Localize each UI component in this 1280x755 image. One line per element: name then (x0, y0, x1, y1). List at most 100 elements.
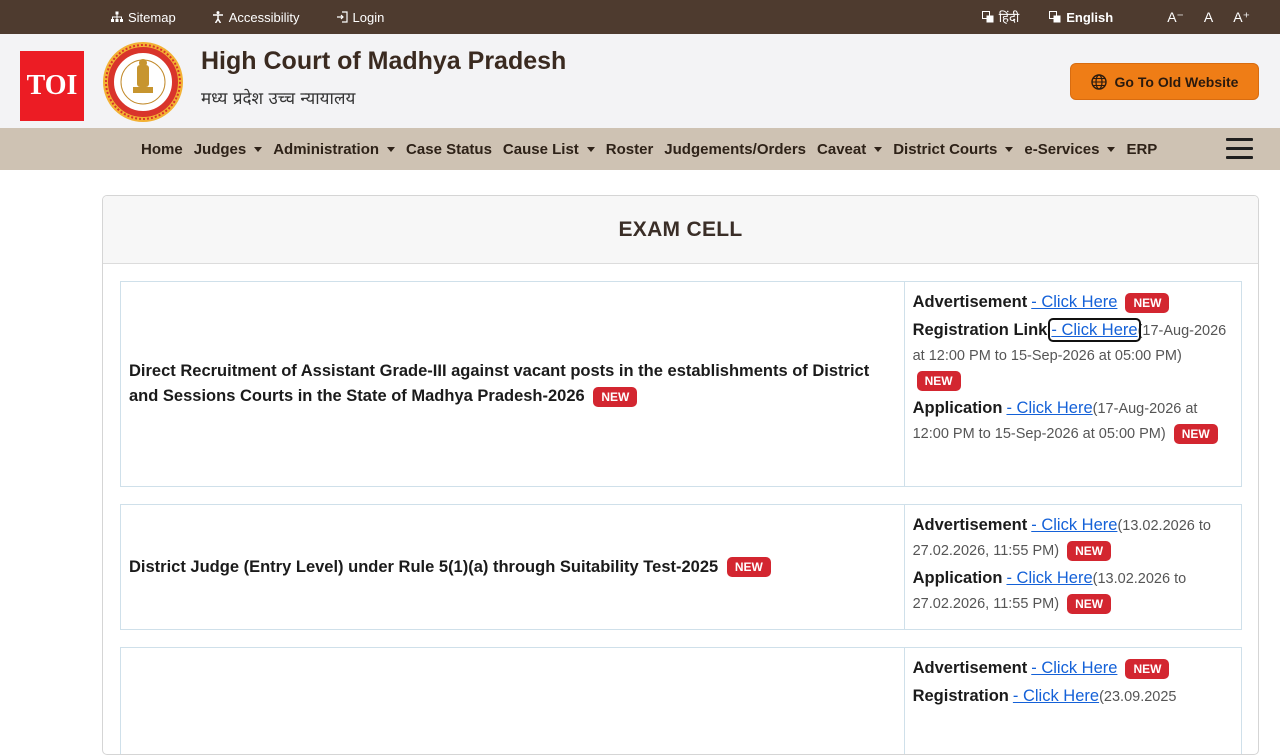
new-badge: NEW (1067, 541, 1112, 562)
nav-item-case-status[interactable]: Case Status (406, 141, 492, 158)
nav-item-label: Home (141, 140, 183, 158)
exam-cell-card: EXAM CELL Direct Recruitment of Assistan… (102, 195, 1259, 755)
site-header: TOI High Court of Madhya Pradesh मध्य प्… (0, 34, 1280, 128)
nav-item-district-courts[interactable]: District Courts (893, 140, 1014, 158)
nav-item-home[interactable]: Home (141, 141, 183, 158)
recruitment-links-cell: Advertisement - Click Here(13.02.2026 to… (905, 505, 1241, 629)
click-here-link[interactable]: - Click Here (1031, 516, 1117, 534)
click-here-link[interactable]: - Click Here (1006, 569, 1092, 587)
card-title: EXAM CELL (103, 196, 1258, 264)
nav-item-label: Case Status (406, 140, 492, 158)
new-badge: NEW (1067, 594, 1112, 615)
top-utility-bar: Sitemap Accessibility Login हिंदी Englis… (0, 0, 1280, 34)
old-website-label: Go To Old Website (1114, 73, 1239, 90)
translate-icon (1049, 11, 1061, 23)
hindi-label: हिंदी (998, 10, 1020, 25)
link-label: Advertisement (912, 659, 1028, 677)
chevron-down-icon (1107, 146, 1116, 152)
accessibility-icon (212, 11, 223, 23)
link-date-range: (23.09.2025 (1099, 689, 1177, 705)
recruitment-title-cell (121, 648, 905, 754)
new-badge: NEW (726, 557, 771, 578)
link-label: Registration (912, 687, 1009, 705)
nav-item-cause-list[interactable]: Cause List (503, 141, 595, 158)
click-here-link[interactable]: - Click Here (1006, 399, 1092, 417)
nav-item-judgements-orders[interactable]: Judgements/Orders (664, 141, 806, 158)
chevron-down-icon (1005, 146, 1014, 152)
login-link[interactable]: Login (336, 9, 385, 25)
english-language-link[interactable]: English (1049, 10, 1113, 25)
nav-item-label: Roster (605, 140, 654, 158)
nav-item-label: Judgements/Orders (664, 140, 807, 158)
accessibility-label: Accessibility (228, 9, 300, 25)
font-decrease-button[interactable]: A⁻ (1167, 9, 1184, 26)
click-here-link[interactable]: - Click Here (1031, 293, 1117, 311)
font-increase-button[interactable]: A⁺ (1233, 9, 1250, 26)
nav-item-roster[interactable]: Roster (606, 141, 654, 158)
recruitment-title: Direct Recruitment of Assistant Grade-II… (129, 362, 870, 405)
login-label: Login (352, 9, 385, 25)
english-label: English (1066, 9, 1114, 25)
link-line: Advertisement - Click Here NEW (913, 656, 1233, 682)
nav-item-label: Caveat (817, 140, 867, 158)
link-line: Application - Click Here(13.02.2026 to 2… (913, 566, 1233, 617)
table-row: District Judge (Entry Level) under Rule … (120, 504, 1242, 630)
nav-item-caveat[interactable]: Caveat (817, 140, 883, 158)
new-badge: NEW (1125, 659, 1170, 680)
recruitment-title-cell: District Judge (Entry Level) under Rule … (121, 505, 905, 629)
nav-item-e-services[interactable]: e-Services (1024, 140, 1116, 158)
globe-icon (1090, 73, 1107, 90)
new-badge: NEW (1125, 293, 1170, 314)
link-label: Advertisement (912, 516, 1028, 534)
nav-item-label: e-Services (1024, 140, 1100, 158)
sitemap-icon (111, 11, 123, 22)
font-reset-button[interactable]: A (1204, 9, 1213, 25)
recruitment-links-cell: Advertisement - Click Here NEW Registrat… (905, 648, 1241, 754)
nav-item-administration[interactable]: Administration (273, 140, 396, 158)
toi-logo: TOI (20, 51, 84, 121)
sitemap-link[interactable]: Sitemap (111, 10, 176, 25)
nav-item-label: Administration (273, 140, 380, 158)
nav-item-judges[interactable]: Judges (194, 141, 263, 158)
nav-item-label: Judges (193, 140, 247, 158)
nav-item-label: ERP (1126, 140, 1158, 158)
nav-item-label: Cause List (502, 140, 579, 158)
table-row: Direct Recruitment of Assistant Grade-II… (120, 281, 1242, 487)
link-line: Advertisement - Click Here(13.02.2026 to… (913, 513, 1233, 564)
chevron-down-icon (874, 146, 883, 152)
click-here-link[interactable]: - Click Here (1013, 687, 1099, 705)
link-line: Registration Link - Click Here(17-Aug-20… (913, 318, 1233, 394)
nav-item-label: District Courts (893, 140, 998, 158)
login-icon (336, 11, 348, 23)
click-here-link[interactable]: - Click Here (1048, 318, 1141, 342)
link-line: Advertisement - Click Here NEW (913, 290, 1233, 316)
recruitment-title-cell: Direct Recruitment of Assistant Grade-II… (121, 282, 905, 486)
click-here-link[interactable]: - Click Here (1031, 659, 1117, 677)
hindi-language-link[interactable]: हिंदी (981, 8, 1020, 26)
link-line: Registration - Click Here(23.09.2025 (913, 684, 1233, 710)
high-court-emblem[interactable] (102, 41, 184, 123)
site-subtitle-hindi: मध्य प्रदेश उच्च न्यायालय (201, 89, 356, 109)
nav-item-erp[interactable]: ERP (1126, 141, 1157, 158)
new-badge: NEW (916, 371, 961, 392)
hamburger-menu-icon[interactable] (1226, 138, 1254, 160)
link-label: Application (912, 569, 1003, 587)
link-label: Advertisement (912, 293, 1028, 311)
recruitment-title: District Judge (Entry Level) under Rule … (129, 557, 719, 576)
chevron-down-icon (254, 146, 263, 152)
accessibility-link[interactable]: Accessibility (212, 10, 300, 25)
go-to-old-website-button[interactable]: Go To Old Website (1070, 63, 1259, 100)
translate-icon (981, 11, 994, 23)
site-title: High Court of Madhya Pradesh (201, 47, 567, 75)
recruitment-links-cell: Advertisement - Click Here NEW Registrat… (905, 282, 1241, 486)
new-badge: NEW (1173, 424, 1218, 445)
link-label: Registration Link (912, 321, 1048, 339)
chevron-down-icon (387, 146, 396, 152)
table-row: Advertisement - Click Here NEW Registrat… (120, 647, 1242, 754)
link-line: Application - Click Here(17-Aug-2026 at … (913, 396, 1233, 447)
chevron-down-icon (586, 146, 595, 152)
main-navigation: Home Judges Administration Case Status C… (0, 128, 1280, 170)
sitemap-label: Sitemap (128, 9, 176, 25)
link-label: Application (912, 399, 1003, 417)
new-badge: NEW (593, 386, 638, 407)
